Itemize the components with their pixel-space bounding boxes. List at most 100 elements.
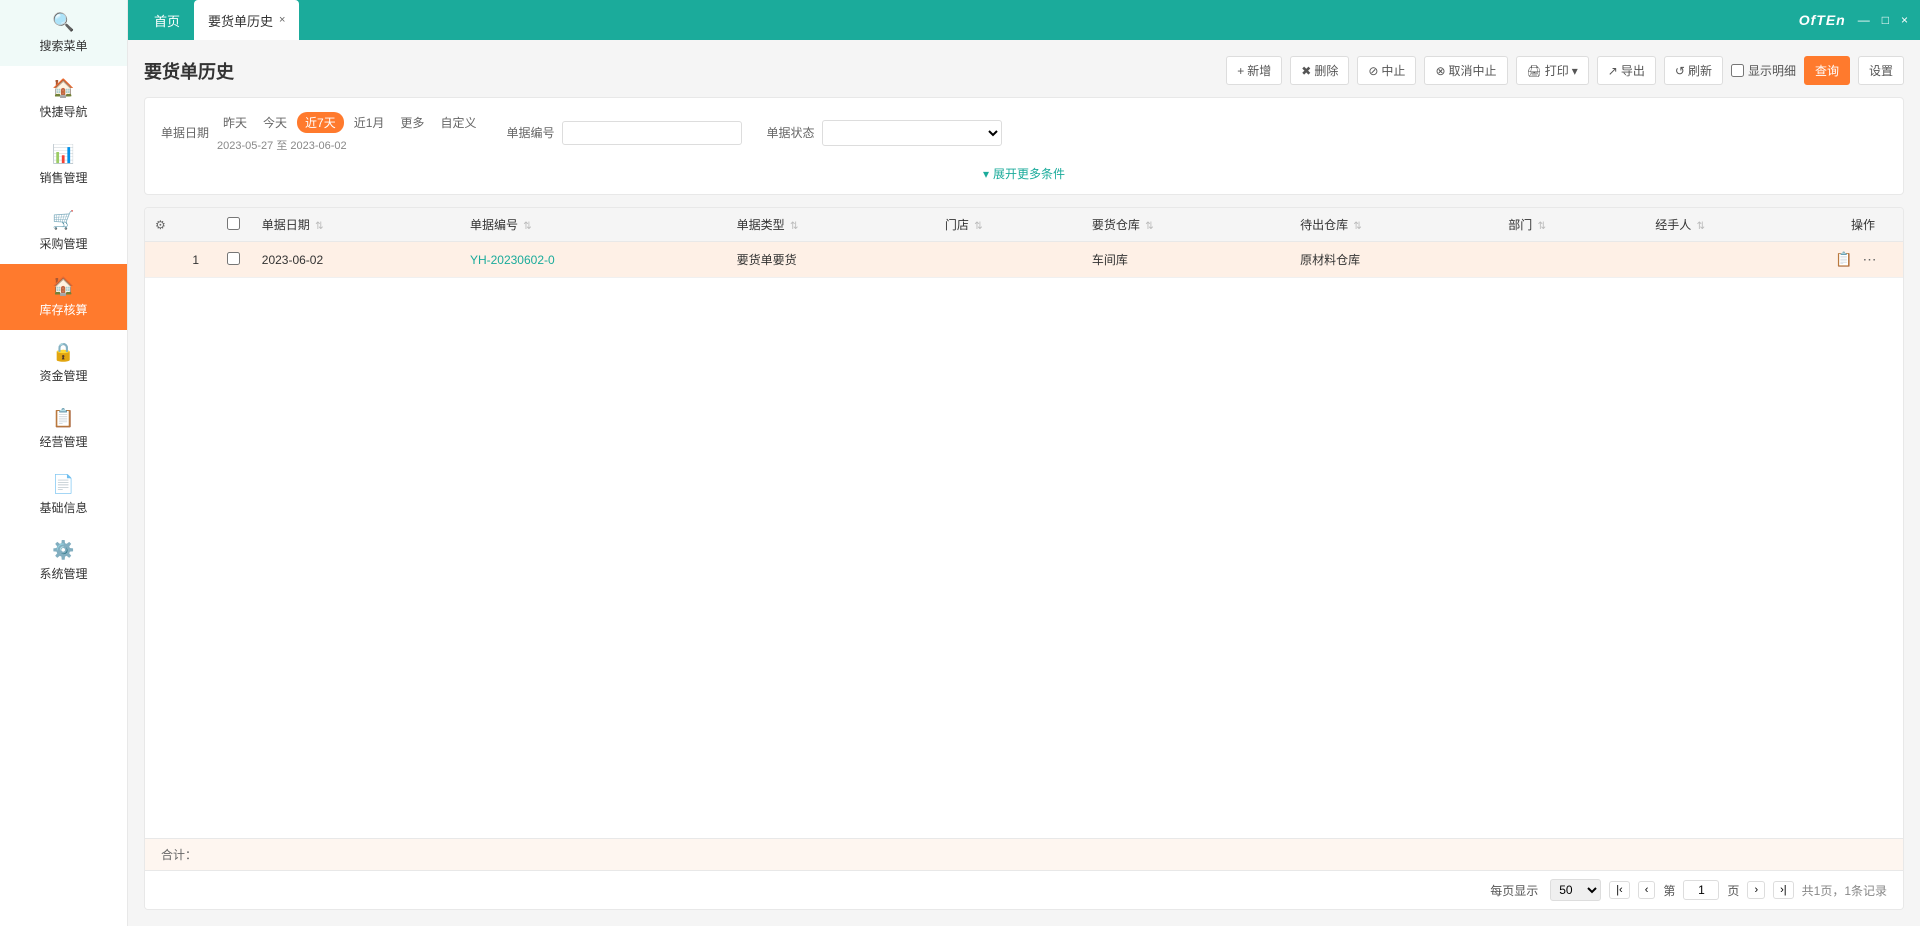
status-filter-item: 单据状态 (766, 120, 1002, 146)
col-req-warehouse[interactable]: 要货仓库 ⇅ (1082, 208, 1290, 242)
sales-icon: 📊 (52, 144, 74, 165)
tab-requisition-history[interactable]: 要货单历史 × (194, 0, 299, 40)
bill-no-input[interactable] (562, 121, 742, 145)
status-label: 单据状态 (766, 124, 814, 141)
sidebar-item-label: 采购管理 (39, 235, 87, 252)
col-pending-warehouse[interactable]: 待出仓库 ⇅ (1290, 208, 1498, 242)
date-filter-buttons: 昨天 今天 近7天 近1月 更多 自定义 (217, 112, 482, 133)
window-close-btn[interactable]: × (1901, 13, 1908, 27)
refresh-button[interactable]: ↺ 刷新 (1664, 56, 1723, 85)
sidebar-item-basic[interactable]: 📄 基础信息 (0, 462, 127, 528)
cancel-stop-button[interactable]: ⊗ 取消中止 (1424, 56, 1507, 85)
window-minimize-btn[interactable]: — (1858, 13, 1870, 27)
window-maximize-btn[interactable]: □ (1882, 13, 1889, 27)
sidebar-item-label: 经营管理 (39, 433, 87, 450)
cancel-stop-label: 取消中止 (1449, 62, 1497, 79)
export-button[interactable]: ↗ 导出 (1597, 56, 1656, 85)
row-edit-icon[interactable]: 📋 (1833, 249, 1854, 270)
query-button[interactable]: 查询 (1804, 56, 1850, 85)
refresh-icon: ↺ (1675, 64, 1685, 78)
sidebar-item-operation[interactable]: 📋 经营管理 (0, 396, 127, 462)
date-btn-1month[interactable]: 近1月 (348, 112, 391, 133)
sidebar-item-label: 销售管理 (39, 169, 87, 186)
date-btn-today[interactable]: 今天 (257, 112, 293, 133)
settings-button[interactable]: 设置 (1858, 56, 1904, 85)
prev-page-btn[interactable]: ‹ (1638, 881, 1656, 899)
sidebar-item-inventory[interactable]: 🏠 库存核算 (0, 264, 127, 330)
sidebar-item-finance[interactable]: 🔒 资金管理 (0, 330, 127, 396)
col-bill-no[interactable]: 单据编号 ⇅ (460, 208, 727, 242)
col-dept[interactable]: 部门 ⇅ (1498, 208, 1645, 242)
row-num: 1 (176, 242, 216, 278)
sidebar-item-quick-nav[interactable]: 🏠 快捷导航 (0, 66, 127, 132)
filter-panel: 单据日期 昨天 今天 近7天 近1月 更多 自定义 2023-05-27 至 2… (144, 97, 1904, 195)
stop-icon: ⊘ (1368, 64, 1378, 78)
sort-dept-icon: ⇅ (1538, 221, 1546, 232)
sidebar: 🔍 搜索菜单 🏠 快捷导航 📊 销售管理 🛒 采购管理 🏠 库存核算 🔒 资金管… (0, 0, 128, 926)
row-handler (1645, 242, 1823, 278)
basic-icon: 📄 (52, 474, 74, 495)
date-btn-7days[interactable]: 近7天 (297, 112, 344, 133)
table-container: ⚙ 单据日期 ⇅ 单据编号 ⇅ (145, 208, 1903, 838)
row-date: 2023-06-02 (252, 242, 460, 278)
brand-label: OfTEn (1799, 12, 1846, 28)
new-label: 新增 (1247, 62, 1271, 79)
row-more-icon[interactable]: ⋯ (1860, 249, 1878, 270)
select-all-checkbox[interactable] (227, 217, 240, 230)
expand-filter-btn[interactable]: ▾ 展开更多条件 (161, 161, 1887, 186)
row-store (935, 242, 1082, 278)
data-table: ⚙ 单据日期 ⇅ 单据编号 ⇅ (145, 208, 1903, 278)
col-settings[interactable]: ⚙ (145, 208, 176, 242)
last-page-btn[interactable]: ›| (1773, 881, 1794, 899)
display-detail-checkbox[interactable] (1731, 64, 1744, 77)
row-settings (145, 242, 176, 278)
bill-no-filter-item: 单据编号 (506, 121, 742, 145)
print-button[interactable]: 🖨 打印 ▾ (1516, 56, 1589, 85)
date-btn-more[interactable]: 更多 (394, 112, 430, 133)
page-header: 要货单历史 + 新增 ✖ 删除 ⊘ 中止 ⊗ 取消中止 (144, 56, 1904, 85)
table-header: ⚙ 单据日期 ⇅ 单据编号 ⇅ (145, 208, 1903, 242)
new-icon: + (1237, 64, 1244, 78)
tab-home[interactable]: 首页 (140, 0, 194, 40)
col-bill-type[interactable]: 单据类型 ⇅ (727, 208, 935, 242)
row-pending-warehouse: 原材料仓库 (1290, 242, 1498, 278)
date-btn-yesterday[interactable]: 昨天 (217, 112, 253, 133)
sidebar-item-search-menu[interactable]: 🔍 搜索菜单 (0, 0, 127, 66)
row-action: 📋 ⋯ (1823, 242, 1903, 278)
table-row: 1 2023-06-02 YH-20230602-0 要货单要货 车间库 原材料… (145, 242, 1903, 278)
date-filter-label: 单据日期 (161, 124, 209, 141)
status-select[interactable] (822, 120, 1002, 146)
date-btn-custom[interactable]: 自定义 (434, 112, 482, 133)
page-input[interactable] (1683, 880, 1719, 900)
col-action: 操作 (1823, 208, 1903, 242)
sidebar-item-system[interactable]: ⚙️ 系统管理 (0, 528, 127, 594)
delete-button[interactable]: ✖ 删除 (1290, 56, 1349, 85)
sidebar-item-label: 系统管理 (39, 565, 87, 582)
sidebar-item-label: 搜索菜单 (39, 37, 87, 54)
display-detail-toggle[interactable]: 显示明细 (1731, 62, 1796, 79)
settings-label: 设置 (1869, 62, 1893, 79)
page-size-select[interactable]: 50 10 20 100 (1550, 879, 1601, 901)
next-page-btn[interactable]: › (1747, 881, 1765, 899)
main-area: 首页 要货单历史 × OfTEn — □ × 要货单历史 + 新增 ✖ 删除 (128, 0, 1920, 926)
stop-button[interactable]: ⊘ 中止 (1357, 56, 1416, 85)
row-bill-no: YH-20230602-0 (460, 242, 727, 278)
display-detail-label: 显示明细 (1748, 62, 1796, 79)
first-page-btn[interactable]: |‹ (1609, 881, 1630, 899)
row-dept (1498, 242, 1645, 278)
sidebar-item-purchase[interactable]: 🛒 采购管理 (0, 198, 127, 264)
col-date[interactable]: 单据日期 ⇅ (252, 208, 460, 242)
col-handler[interactable]: 经手人 ⇅ (1645, 208, 1823, 242)
bill-no-link[interactable]: YH-20230602-0 (470, 253, 555, 267)
sort-billno-icon: ⇅ (523, 221, 531, 232)
row-req-warehouse: 车间库 (1082, 242, 1290, 278)
tab-close-icon[interactable]: × (279, 14, 285, 26)
sidebar-item-sales[interactable]: 📊 销售管理 (0, 132, 127, 198)
sidebar-item-label: 资金管理 (39, 367, 87, 384)
new-button[interactable]: + 新增 (1226, 56, 1282, 85)
col-store[interactable]: 门店 ⇅ (935, 208, 1082, 242)
quick-nav-icon: 🏠 (52, 78, 74, 99)
row-checkbox[interactable] (227, 252, 240, 265)
row-checkbox-cell (216, 242, 252, 278)
search-menu-icon: 🔍 (52, 12, 74, 33)
